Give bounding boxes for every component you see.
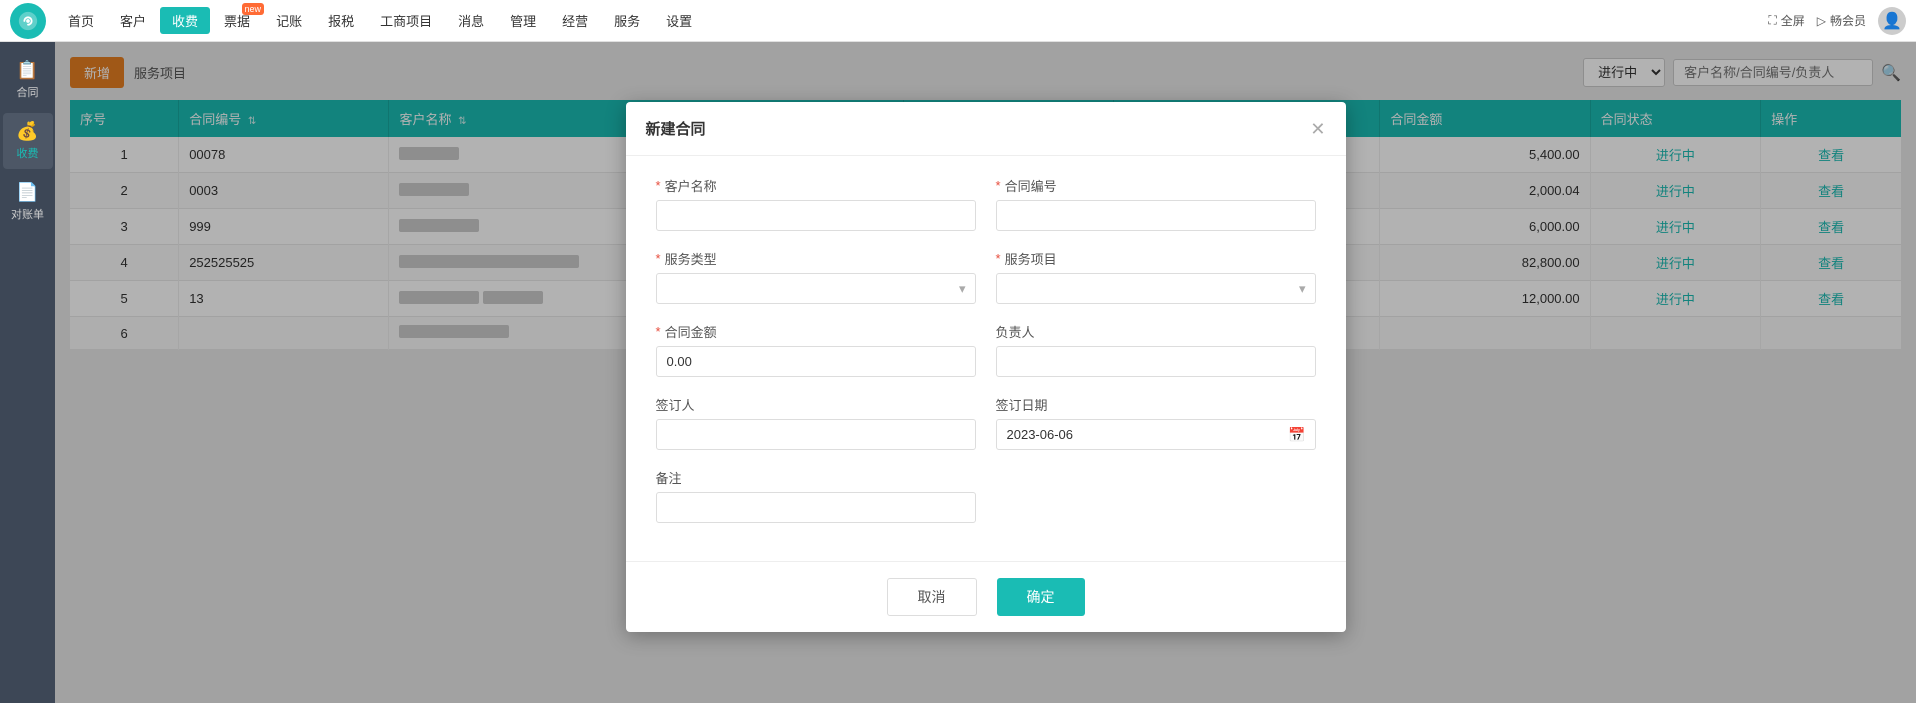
service-type-wrapper (656, 273, 976, 304)
nav-fee[interactable]: 收费 (160, 7, 210, 34)
nav-operation[interactable]: 经营 (550, 7, 600, 34)
nav-business[interactable]: 工商项目 (368, 7, 444, 34)
service-item-wrapper (996, 273, 1316, 304)
form-group-contract-no: * 合同编号 (996, 176, 1316, 231)
modal-title: 新建合同 (646, 118, 706, 139)
calendar-icon[interactable]: 📅 (1288, 426, 1305, 443)
nav-right: ⛶ 全屏 ▷ 畅会员 👤 (1768, 7, 1906, 35)
sidebar-item-fee[interactable]: 💰 收费 (3, 113, 53, 169)
note-input[interactable] (656, 492, 976, 523)
nav-accounting[interactable]: 记账 (264, 7, 314, 34)
sign-date-label: 签订日期 (996, 395, 1316, 414)
nav-ticket[interactable]: 票据 new (212, 7, 262, 34)
sign-date-wrapper: 📅 (996, 419, 1316, 450)
amount-input[interactable] (656, 346, 976, 377)
contract-no-input[interactable] (996, 200, 1316, 231)
sidebar: 📋 合同 💰 收费 📄 对账单 (0, 42, 55, 703)
nav-settings[interactable]: 设置 (654, 7, 704, 34)
fee-icon: 💰 (16, 121, 38, 142)
sidebar-item-statement[interactable]: 📄 对账单 (3, 174, 53, 230)
form-row-4: 签订人 签订日期 📅 (656, 395, 1316, 450)
amount-label: * 合同金额 (656, 322, 976, 341)
form-row-3: * 合同金额 负责人 (656, 322, 1316, 377)
contract-icon: 📋 (16, 60, 38, 81)
fullscreen-label: 全屏 (1781, 12, 1805, 29)
modal-body: * 客户名称 * 合同编号 (626, 156, 1346, 561)
fullscreen-icon: ⛶ (1768, 13, 1776, 28)
sidebar-label-statement: 对账单 (11, 206, 44, 222)
form-row-2: * 服务类型 * 服务项目 (656, 249, 1316, 304)
customer-name-input[interactable] (656, 200, 976, 231)
modal-close-button[interactable]: ✕ (1310, 120, 1325, 138)
nav-items: 首页 客户 收费 票据 new 记账 报税 工商项目 消息 管理 经营 服务 设… (56, 7, 1768, 34)
form-group-amount: * 合同金额 (656, 322, 976, 377)
form-group-service-item: * 服务项目 (996, 249, 1316, 304)
modal-overlay: 新建合同 ✕ * 客户名称 (55, 42, 1916, 703)
note-label: 备注 (656, 468, 976, 487)
form-group-sign-date: 签订日期 📅 (996, 395, 1316, 450)
responsible-label: 负责人 (996, 322, 1316, 341)
nav-service[interactable]: 服务 (602, 7, 652, 34)
avatar-icon: 👤 (1882, 11, 1902, 31)
sidebar-label-contract: 合同 (17, 84, 39, 100)
sidebar-label-fee: 收费 (17, 145, 39, 161)
member-button[interactable]: ▷ 畅会员 (1817, 12, 1866, 29)
form-group-customer-name: * 客户名称 (656, 176, 976, 231)
service-item-select[interactable] (996, 273, 1316, 304)
content-area: 新增 服务项目 进行中 已完成 已取消 🔍 序号 合同编号 (55, 42, 1916, 703)
signer-label: 签订人 (656, 395, 976, 414)
form-group-responsible: 负责人 (996, 322, 1316, 377)
top-navigation: 首页 客户 收费 票据 new 记账 报税 工商项目 消息 管理 经营 服务 设… (0, 0, 1916, 42)
form-group-signer: 签订人 (656, 395, 976, 450)
cancel-button[interactable]: 取消 (887, 578, 977, 616)
form-row-5: 备注 (656, 468, 1316, 523)
service-type-label: * 服务类型 (656, 249, 976, 268)
new-contract-modal: 新建合同 ✕ * 客户名称 (626, 102, 1346, 632)
form-row-1: * 客户名称 * 合同编号 (656, 176, 1316, 231)
customer-name-label: * 客户名称 (656, 176, 976, 195)
app-logo (10, 3, 46, 39)
responsible-input[interactable] (996, 346, 1316, 377)
sign-date-input[interactable] (996, 419, 1316, 450)
modal-header: 新建合同 ✕ (626, 102, 1346, 156)
fullscreen-button[interactable]: ⛶ 全屏 (1768, 12, 1804, 29)
nav-customer[interactable]: 客户 (108, 7, 158, 34)
service-type-select[interactable] (656, 273, 976, 304)
user-avatar[interactable]: 👤 (1878, 7, 1906, 35)
confirm-button[interactable]: 确定 (997, 578, 1085, 616)
form-group-empty (996, 468, 1316, 523)
new-badge: new (242, 3, 265, 15)
nav-manage[interactable]: 管理 (498, 7, 548, 34)
play-icon: ▷ (1817, 14, 1826, 28)
statement-icon: 📄 (16, 182, 38, 203)
contract-no-label: * 合同编号 (996, 176, 1316, 195)
nav-home[interactable]: 首页 (56, 7, 106, 34)
form-group-service-type: * 服务类型 (656, 249, 976, 304)
member-label: 畅会员 (1830, 12, 1866, 29)
modal-footer: 取消 确定 (626, 561, 1346, 632)
service-item-label: * 服务项目 (996, 249, 1316, 268)
sidebar-item-contract[interactable]: 📋 合同 (3, 52, 53, 108)
form-group-note: 备注 (656, 468, 976, 523)
nav-tax[interactable]: 报税 (316, 7, 366, 34)
signer-input[interactable] (656, 419, 976, 450)
nav-message[interactable]: 消息 (446, 7, 496, 34)
main-layout: 📋 合同 💰 收费 📄 对账单 新增 服务项目 进行中 已完成 已取消 (0, 42, 1916, 703)
